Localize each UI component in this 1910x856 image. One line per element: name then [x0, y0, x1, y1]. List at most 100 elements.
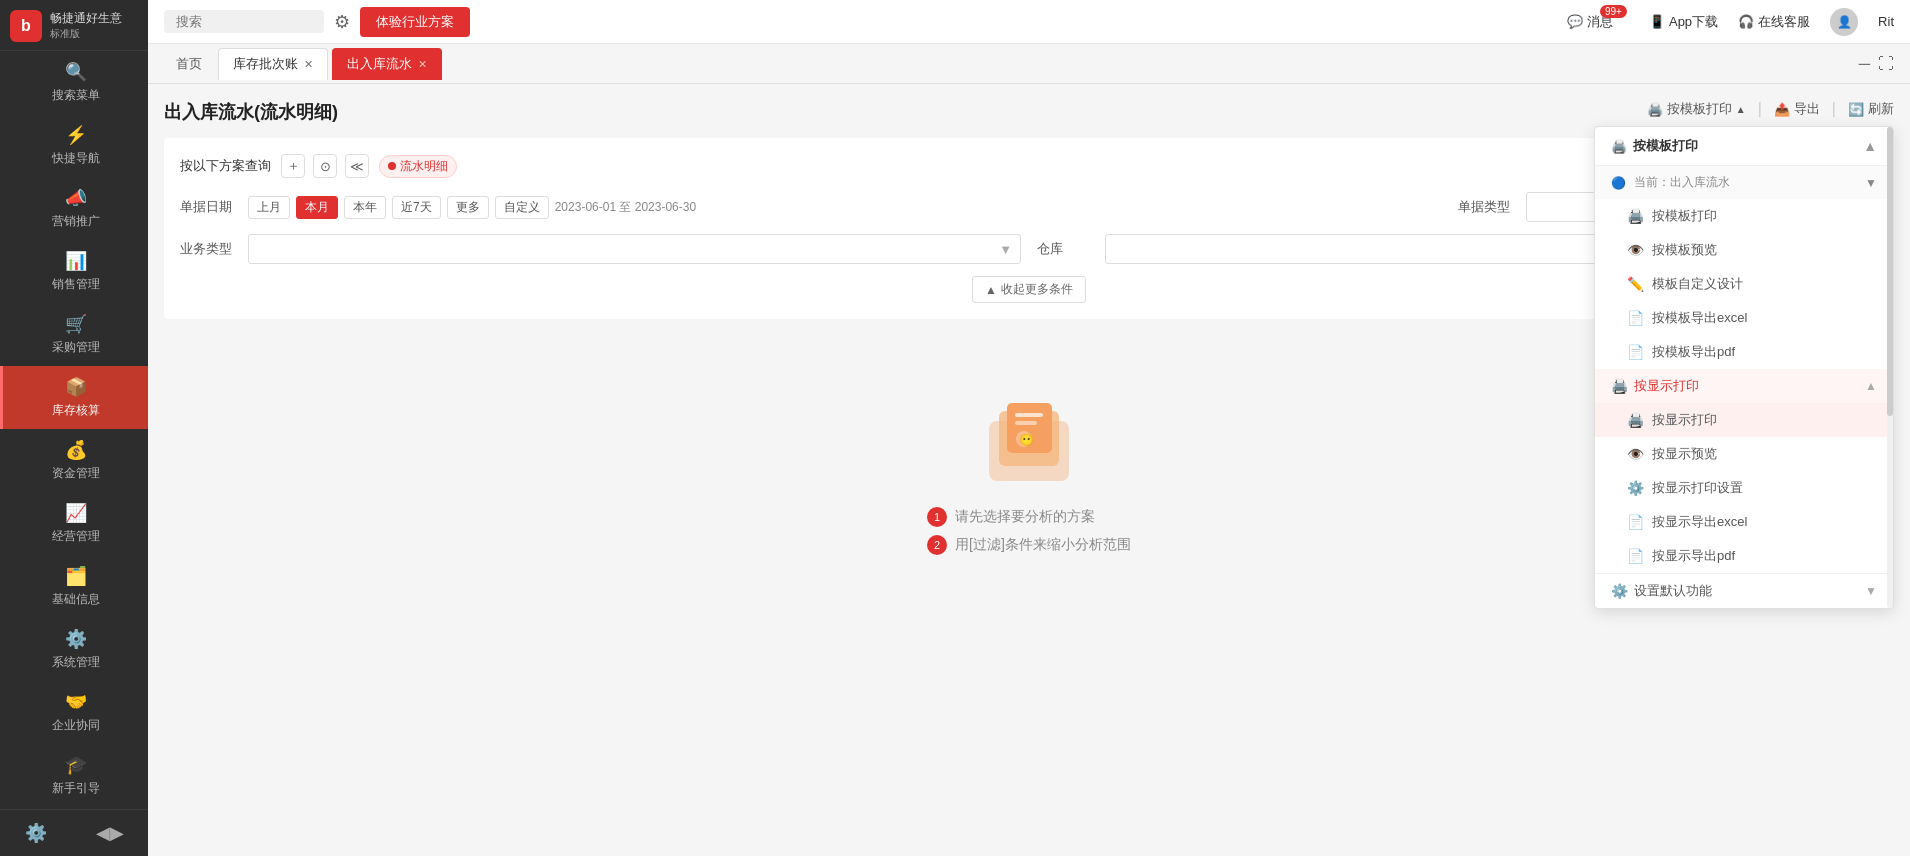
sidebar-item-sales[interactable]: 📊 销售管理	[0, 240, 148, 303]
sidebar-item-quicknav[interactable]: ⚡ 快捷导航	[0, 114, 148, 177]
dp-display-settings-label: 按显示打印设置	[1652, 479, 1743, 497]
empty-tip-1: 1 请先选择要分析的方案	[927, 507, 1131, 527]
collapse-label: 收起更多条件	[1001, 281, 1073, 298]
dp-template-pdf[interactable]: 📄 按模板导出pdf	[1595, 335, 1893, 369]
dp-default-gear-icon: ⚙️	[1611, 583, 1628, 599]
username-label[interactable]: Rit	[1878, 14, 1894, 29]
dp-display-excel-icon: 📄	[1627, 514, 1644, 530]
service-label: 在线客服	[1758, 13, 1810, 31]
dp-display-settings[interactable]: ⚙️ 按显示打印设置	[1595, 471, 1893, 505]
sidebar-item-label: 基础信息	[52, 591, 100, 608]
date-btn-7days[interactable]: 近7天	[392, 196, 441, 219]
add-filter-btn[interactable]: ＋	[281, 154, 305, 178]
sidebar-item-collab[interactable]: 🤝 企业协同	[0, 681, 148, 744]
app-download-label: App下载	[1669, 13, 1718, 31]
biz-chevron-icon: ▼	[999, 242, 1012, 257]
dp-display-preview[interactable]: 👁️ 按显示预览	[1595, 437, 1893, 471]
tab-flowdetail[interactable]: 出入库流水 ✕	[332, 48, 442, 80]
app-logo: b 畅捷通好生意 标准版	[0, 0, 148, 51]
collapse-sidebar-icon[interactable]: ◀▶	[96, 822, 124, 844]
date-btn-custom[interactable]: 自定义	[495, 196, 549, 219]
sidebar-item-label: 资金管理	[52, 465, 100, 482]
dp-header-icons: ▲	[1863, 138, 1877, 154]
online-service-btn[interactable]: 🎧 在线客服	[1738, 13, 1810, 31]
dp-template-preview[interactable]: 👁️ 按模板预览	[1595, 233, 1893, 267]
guide-icon: 🎓	[65, 754, 87, 776]
export-btn[interactable]: 📤 导出	[1774, 100, 1820, 118]
sidebar-item-guide[interactable]: 🎓 新手引导	[0, 744, 148, 807]
current-label: 当前：出入库流水	[1634, 174, 1730, 191]
app-download-btn[interactable]: 📱 App下载	[1649, 13, 1718, 31]
sidebar: b 畅捷通好生意 标准版 🔍 搜索菜单 ⚡ 快捷导航 📣 营销推广 📊 销售管理…	[0, 0, 148, 856]
dp-display-preview-label: 按显示预览	[1652, 445, 1717, 463]
dp-set-default-label: 设置默认功能	[1634, 582, 1712, 600]
sidebar-item-finance[interactable]: 💰 资金管理	[0, 429, 148, 492]
tab-maximize-btn[interactable]: ⛶	[1878, 55, 1894, 73]
dp-display-printer-icon: 🖨️	[1627, 412, 1644, 428]
sidebar-item-label: 采购管理	[52, 339, 100, 356]
sidebar-item-label: 销售管理	[52, 276, 100, 293]
tab-flowdetail-close[interactable]: ✕	[418, 58, 427, 71]
sidebar-item-system[interactable]: ⚙️ 系统管理	[0, 618, 148, 681]
message-badge: 99+	[1600, 5, 1627, 18]
dp-display-section-label: 按显示打印	[1634, 377, 1699, 395]
filter-tag[interactable]: 流水明细	[379, 155, 457, 178]
empty-illustration: 😶	[969, 391, 1089, 491]
dp-set-default[interactable]: ⚙️ 设置默认功能 ▼	[1595, 573, 1893, 608]
filter-label: 按以下方案查询	[180, 157, 271, 175]
dp-display-pdf-label: 按显示导出pdf	[1652, 547, 1735, 565]
dp-display-print[interactable]: 🖨️ 按显示打印	[1595, 403, 1893, 437]
date-btn-thisyear[interactable]: 本年	[344, 196, 386, 219]
biz-select[interactable]: ▼	[248, 234, 1021, 264]
print-icon: 🖨️	[1647, 102, 1663, 117]
sidebar-item-purchase[interactable]: 🛒 采购管理	[0, 303, 148, 366]
tab-home[interactable]: 首页	[164, 49, 214, 79]
scrollbar-track[interactable]	[1887, 127, 1893, 608]
tab-batch-close[interactable]: ✕	[304, 58, 313, 71]
sidebar-item-search[interactable]: 🔍 搜索菜单	[0, 51, 148, 114]
dp-display-section-title[interactable]: 🖨️ 按显示打印 ▲	[1595, 369, 1893, 403]
tab-minimize-btn[interactable]: ─	[1859, 55, 1870, 73]
operation-icon: 📈	[65, 502, 87, 524]
collapse-filter-btn[interactable]: ≪	[345, 154, 369, 178]
empty-tip-2: 2 用[过滤]条件来缩小分析范围	[927, 535, 1131, 555]
date-btn-more[interactable]: 更多	[447, 196, 489, 219]
date-btn-thismonth[interactable]: 本月	[296, 196, 338, 219]
chevron-up-icon3[interactable]: ▲	[1863, 138, 1877, 154]
date-range: 2023-06-01 至 2023-06-30	[555, 199, 696, 216]
mobile-icon: 📱	[1649, 14, 1665, 29]
sidebar-item-basic[interactable]: 🗂️ 基础信息	[0, 555, 148, 618]
dropdown-panel: 🖨️ 按模板打印 ▲ 🔵 当前：出入库流水 ▼ 🖨️ 按模板打印 👁️	[1594, 126, 1894, 609]
warehouse-label: 仓库	[1037, 240, 1097, 258]
sidebar-item-marketing[interactable]: 📣 营销推广	[0, 177, 148, 240]
filter-settings-btn[interactable]: ⊙	[313, 154, 337, 178]
refresh-btn[interactable]: 🔄 刷新	[1848, 100, 1894, 118]
tab-batch[interactable]: 库存批次账 ✕	[218, 48, 328, 80]
industry-btn[interactable]: 体验行业方案	[360, 7, 470, 37]
sidebar-item-operation[interactable]: 📈 经营管理	[0, 492, 148, 555]
settings-footer-icon[interactable]: ⚙️	[25, 822, 47, 844]
dp-display-pdf[interactable]: 📄 按显示导出pdf	[1595, 539, 1893, 573]
print-template-btn[interactable]: 🖨️ 按模板打印 ▲	[1647, 100, 1746, 118]
sidebar-item-inventory[interactable]: 📦 库存核算	[0, 366, 148, 429]
collapse-btn[interactable]: ▲ 收起更多条件	[972, 276, 1086, 303]
search-input[interactable]	[164, 10, 324, 33]
print-label: 按模板打印	[1667, 100, 1732, 118]
collab-icon: 🤝	[65, 691, 87, 713]
tabbar: 首页 库存批次账 ✕ 出入库流水 ✕ ─ ⛶	[148, 44, 1910, 84]
biz-field: 业务类型 ▼	[180, 234, 1021, 264]
dp-display-excel[interactable]: 📄 按显示导出excel	[1595, 505, 1893, 539]
avatar[interactable]: 👤	[1830, 8, 1858, 36]
date-btn-lastmonth[interactable]: 上月	[248, 196, 290, 219]
dp-template-custom[interactable]: ✏️ 模板自定义设计	[1595, 267, 1893, 301]
sidebar-item-label: 系统管理	[52, 654, 100, 671]
dp-template-excel[interactable]: 📄 按模板导出excel	[1595, 301, 1893, 335]
tabbar-right: ─ ⛶	[1859, 55, 1894, 73]
gear-icon[interactable]: ⚙	[334, 11, 350, 33]
refresh-label: 刷新	[1868, 100, 1894, 118]
avatar-initials: 👤	[1837, 15, 1852, 29]
dp-display-section-icon: 🖨️	[1611, 378, 1628, 394]
message-btn[interactable]: 💬 消息 99+	[1567, 13, 1613, 31]
finance-icon: 💰	[65, 439, 87, 461]
dp-template-print[interactable]: 🖨️ 按模板打印	[1595, 199, 1893, 233]
